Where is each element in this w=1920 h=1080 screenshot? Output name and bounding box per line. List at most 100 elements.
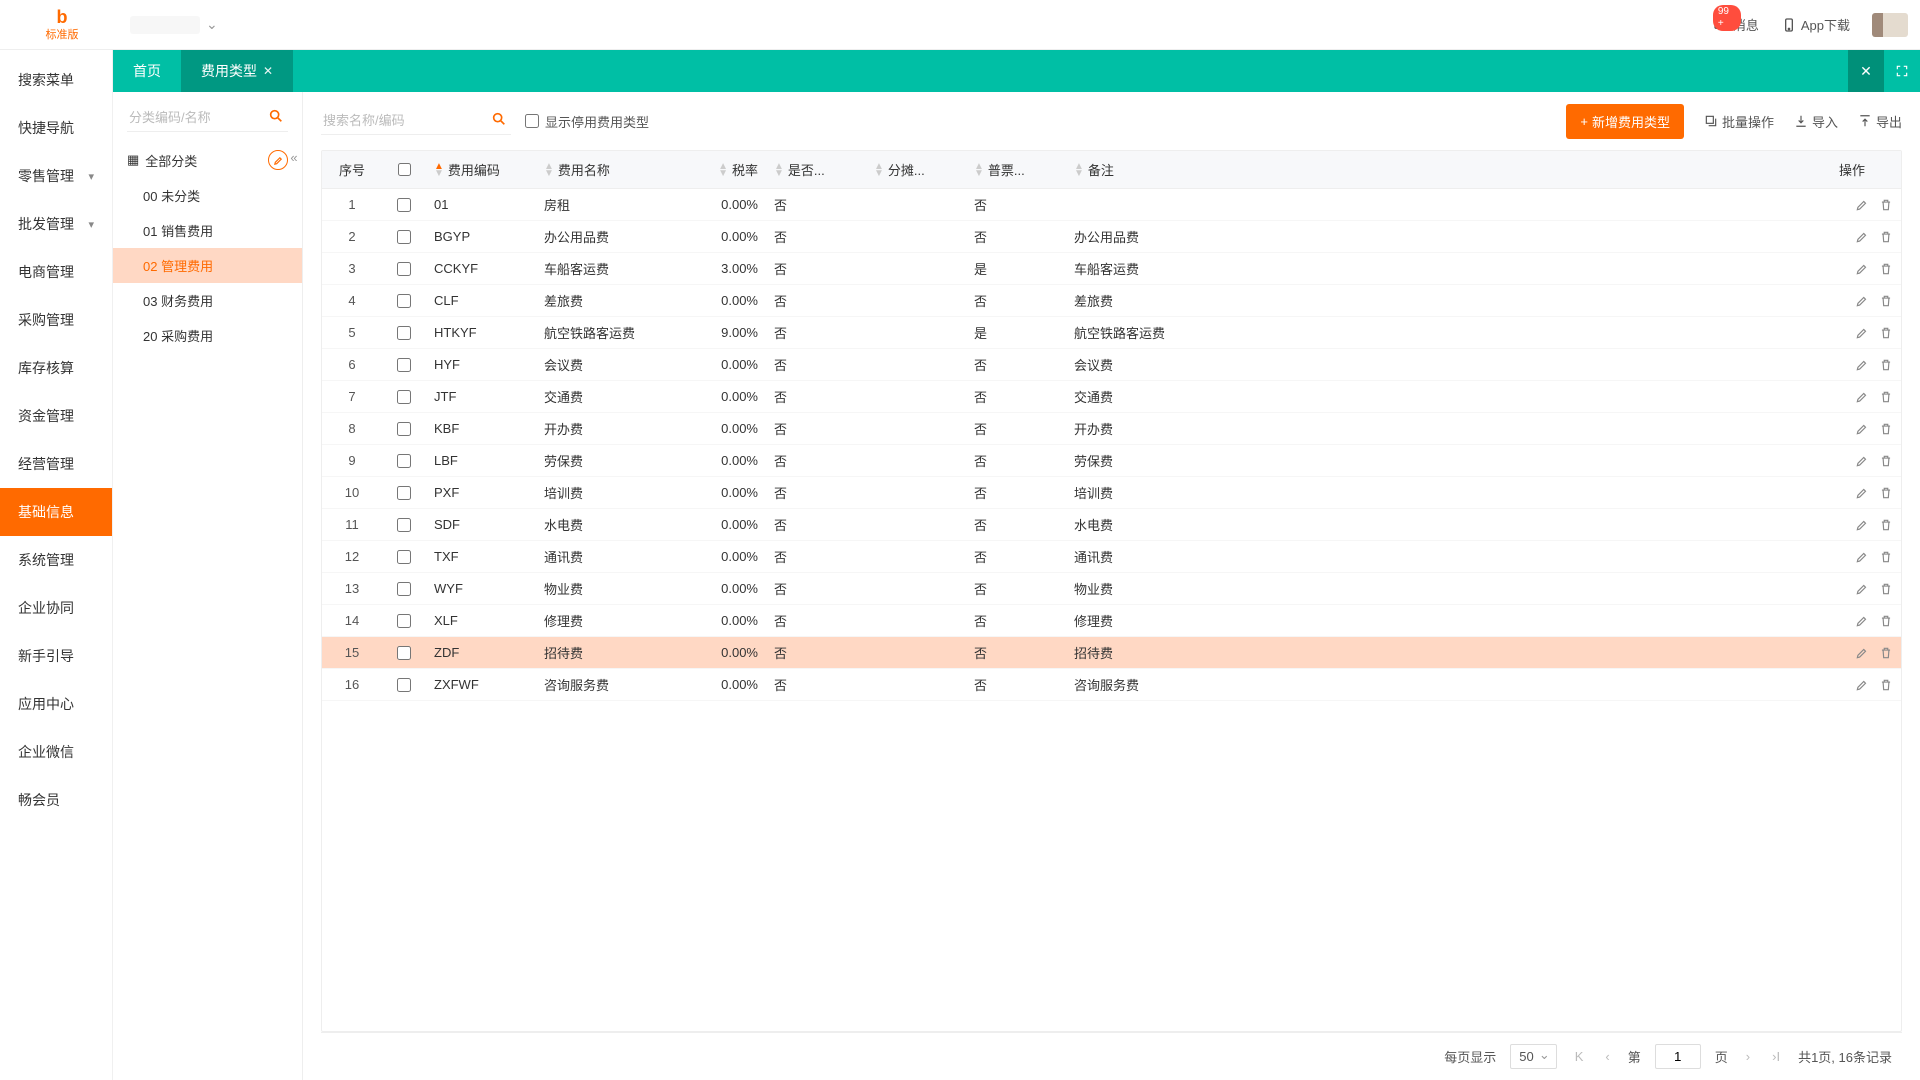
row-delete-button[interactable] [1879, 422, 1893, 436]
row-edit-button[interactable] [1855, 582, 1869, 596]
cell-check[interactable] [382, 198, 426, 212]
row-edit-button[interactable] [1855, 646, 1869, 660]
sidebar-item-0[interactable]: 搜索菜单 [0, 56, 112, 104]
page-input[interactable] [1655, 1044, 1701, 1069]
row-checkbox[interactable] [397, 454, 411, 468]
sidebar-item-15[interactable]: 畅会员 [0, 776, 112, 824]
row-edit-button[interactable] [1855, 294, 1869, 308]
table-row[interactable]: 10PXF培训费0.00%否否培训费 [322, 477, 1901, 509]
sidebar-item-13[interactable]: 应用中心 [0, 680, 112, 728]
row-delete-button[interactable] [1879, 646, 1893, 660]
table-row[interactable]: 14XLF修理费0.00%否否修理费 [322, 605, 1901, 637]
row-edit-button[interactable] [1855, 454, 1869, 468]
next-page-button[interactable]: › [1742, 1049, 1754, 1064]
row-checkbox[interactable] [397, 614, 411, 628]
row-edit-button[interactable] [1855, 390, 1869, 404]
row-edit-button[interactable] [1855, 614, 1869, 628]
category-item-4[interactable]: 20 采购费用 [113, 318, 302, 353]
tab-1[interactable]: 费用类型✕ [181, 50, 293, 92]
sidebar-item-12[interactable]: 新手引导 [0, 632, 112, 680]
sidebar-item-8[interactable]: 经营管理 [0, 440, 112, 488]
sidebar-item-5[interactable]: 采购管理 [0, 296, 112, 344]
page-size-select[interactable]: 50 [1510, 1044, 1556, 1069]
category-item-3[interactable]: 03 财务费用 [113, 283, 302, 318]
category-item-1[interactable]: 01 销售费用 [113, 213, 302, 248]
table-row[interactable]: 15ZDF招待费0.00%否否招待费 [322, 637, 1901, 669]
prev-page-button[interactable]: ‹ [1601, 1049, 1613, 1064]
org-dropdown[interactable]: ⌄ [130, 16, 218, 34]
last-page-button[interactable]: ›I [1768, 1049, 1784, 1064]
sidebar-item-4[interactable]: 电商管理 [0, 248, 112, 296]
row-edit-button[interactable] [1855, 678, 1869, 692]
cell-check[interactable] [382, 454, 426, 468]
table-row[interactable]: 16ZXFWF咨询服务费0.00%否否咨询服务费 [322, 669, 1901, 701]
row-edit-button[interactable] [1855, 422, 1869, 436]
cell-check[interactable] [382, 518, 426, 532]
row-edit-button[interactable] [1855, 550, 1869, 564]
table-row[interactable]: 8KBF开办费0.00%否否开办费 [322, 413, 1901, 445]
table-row[interactable]: 101房租0.00%否否 [322, 189, 1901, 221]
sidebar-item-11[interactable]: 企业协同 [0, 584, 112, 632]
row-checkbox[interactable] [397, 294, 411, 308]
cell-check[interactable] [382, 486, 426, 500]
category-search-input[interactable] [127, 104, 288, 132]
row-checkbox[interactable] [397, 326, 411, 340]
row-checkbox[interactable] [397, 390, 411, 404]
category-item-0[interactable]: 00 未分类 [113, 178, 302, 213]
cell-check[interactable] [382, 678, 426, 692]
sidebar-item-2[interactable]: 零售管理▾ [0, 152, 112, 200]
cell-check[interactable] [382, 294, 426, 308]
cell-check[interactable] [382, 326, 426, 340]
table-search-input[interactable] [321, 107, 511, 135]
cell-check[interactable] [382, 422, 426, 436]
row-delete-button[interactable] [1879, 550, 1893, 564]
row-checkbox[interactable] [397, 486, 411, 500]
row-checkbox[interactable] [397, 358, 411, 372]
row-delete-button[interactable] [1879, 518, 1893, 532]
table-row[interactable]: 3CCKYF车船客运费3.00%否是车船客运费 [322, 253, 1901, 285]
row-checkbox[interactable] [397, 198, 411, 212]
row-delete-button[interactable] [1879, 614, 1893, 628]
batch-button[interactable]: 批量操作 [1704, 112, 1774, 131]
row-delete-button[interactable] [1879, 198, 1893, 212]
export-button[interactable]: 导出 [1858, 112, 1902, 131]
row-delete-button[interactable] [1879, 582, 1893, 596]
row-edit-button[interactable] [1855, 198, 1869, 212]
row-edit-button[interactable] [1855, 358, 1869, 372]
sidebar-item-3[interactable]: 批发管理▾ [0, 200, 112, 248]
row-checkbox[interactable] [397, 422, 411, 436]
col-seq[interactable]: 序号 [322, 160, 382, 179]
table-row[interactable]: 4CLF差旅费0.00%否否差旅费 [322, 285, 1901, 317]
row-delete-button[interactable] [1879, 262, 1893, 276]
col-bool[interactable]: ▲▼是否... [766, 160, 866, 179]
category-all[interactable]: 全部分类 [145, 151, 197, 170]
row-checkbox[interactable] [397, 582, 411, 596]
row-checkbox[interactable] [397, 230, 411, 244]
col-rate[interactable]: ▲▼税率 [686, 160, 766, 179]
row-delete-button[interactable] [1879, 678, 1893, 692]
show-disabled-input[interactable] [525, 114, 539, 128]
tab-0[interactable]: 首页 [113, 50, 181, 92]
col-ticket[interactable]: ▲▼普票... [966, 160, 1066, 179]
row-edit-button[interactable] [1855, 486, 1869, 500]
cell-check[interactable] [382, 582, 426, 596]
row-edit-button[interactable] [1855, 230, 1869, 244]
sidebar-item-10[interactable]: 系统管理 [0, 536, 112, 584]
app-download-button[interactable]: App下载 [1781, 15, 1850, 34]
col-check[interactable] [382, 163, 426, 176]
fullscreen-toggle[interactable] [1884, 50, 1920, 92]
table-row[interactable]: 11SDF水电费0.00%否否水电费 [322, 509, 1901, 541]
cell-check[interactable] [382, 358, 426, 372]
col-alloc[interactable]: ▲▼分摊... [866, 160, 966, 179]
cell-check[interactable] [382, 646, 426, 660]
table-row[interactable]: 2BGYP办公用品费0.00%否否办公用品费 [322, 221, 1901, 253]
row-delete-button[interactable] [1879, 358, 1893, 372]
close-all-tabs[interactable]: ✕ [1848, 50, 1884, 92]
show-disabled-checkbox[interactable]: 显示停用费用类型 [525, 112, 649, 131]
row-edit-button[interactable] [1855, 518, 1869, 532]
sidebar-item-9[interactable]: 基础信息 [0, 488, 112, 536]
messages-button[interactable]: 99 + 消息 [1713, 15, 1759, 34]
cell-check[interactable] [382, 390, 426, 404]
table-row[interactable]: 6HYF会议费0.00%否否会议费 [322, 349, 1901, 381]
search-icon[interactable] [491, 111, 507, 127]
